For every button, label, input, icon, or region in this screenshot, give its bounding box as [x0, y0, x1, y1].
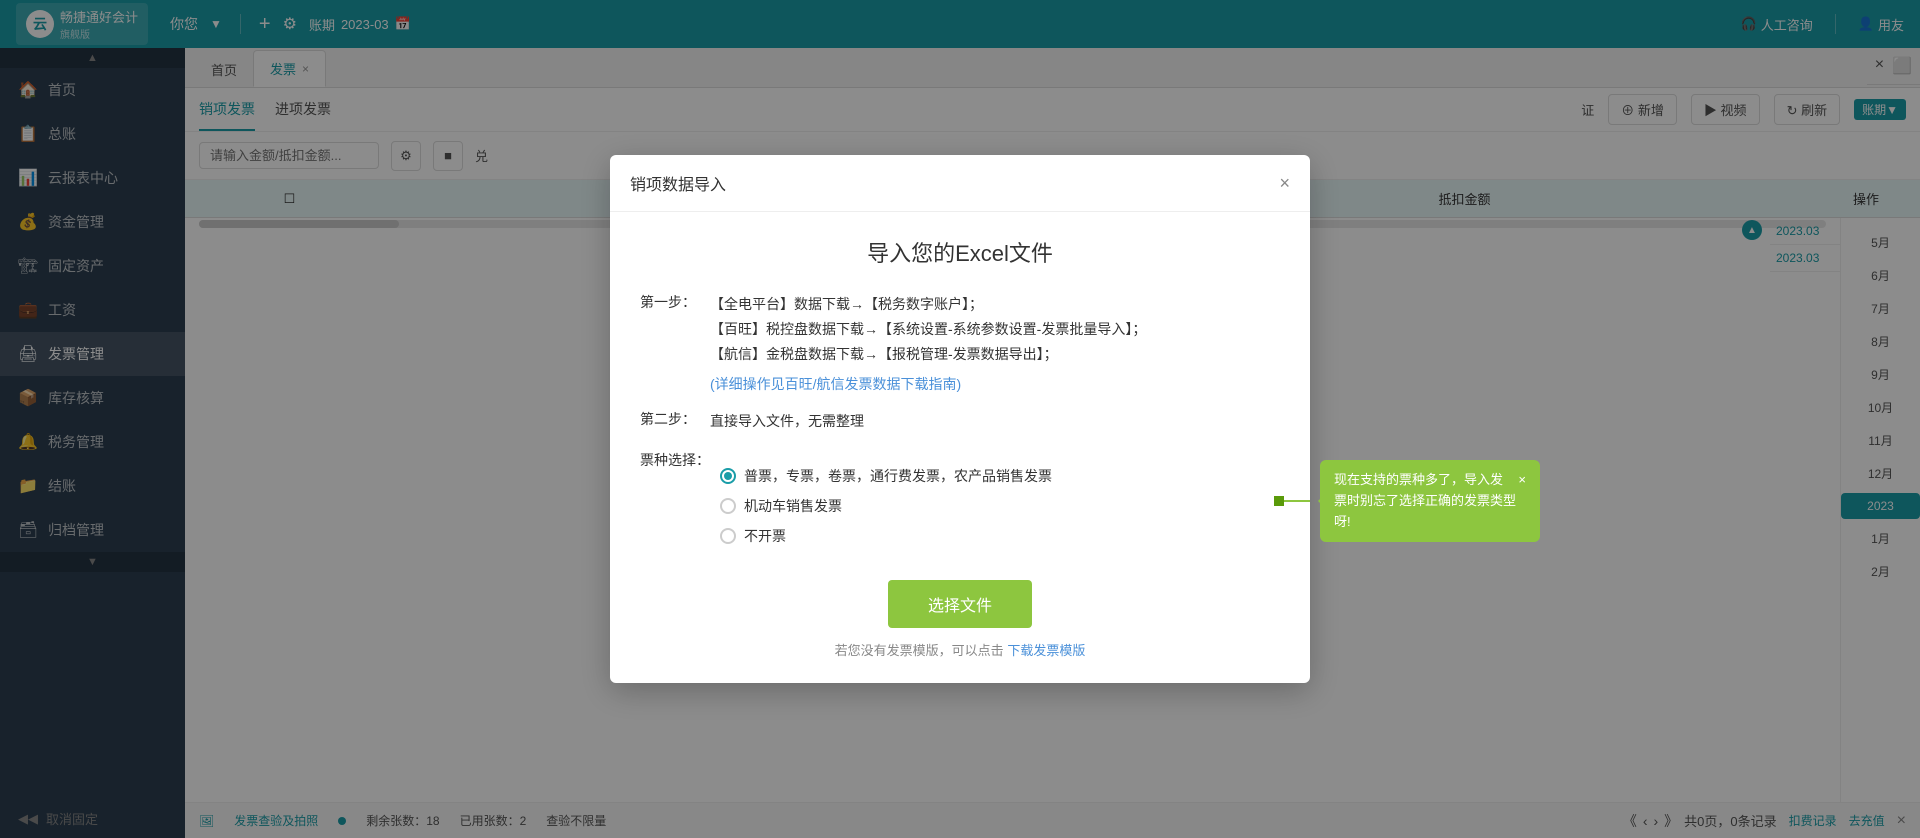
modal-title: 销项数据导入: [630, 171, 726, 195]
step1-line3: 【航信】金税盘数据下载→【报税管理-发票数据导出】；: [710, 342, 1146, 367]
radio-motor[interactable]: 机动车销售发票: [720, 496, 1052, 516]
radio-group: 普票，专票，卷票，通行费发票，农产品销售发票 机动车销售发票 不开票: [720, 466, 1052, 556]
select-file-button[interactable]: 选择文件: [888, 580, 1032, 628]
modal-body: 导入您的Excel文件 第一步： 【全电平台】数据下载→【税务数字账户】； 【百…: [610, 212, 1310, 683]
tooltip-dot: [1274, 496, 1284, 506]
radio-normal-label: 普票，专票，卷票，通行费发票，农产品销售发票: [744, 466, 1052, 486]
step2: 第二步： 直接导入文件，无需整理: [640, 409, 1280, 434]
step2-content: 直接导入文件，无需整理: [710, 409, 864, 434]
radio-motor-circle[interactable]: [720, 498, 736, 514]
modal-footer: 若您没有发票模版，可以点击 下载发票模版: [640, 640, 1280, 659]
radio-none-circle[interactable]: [720, 528, 736, 544]
ticket-label: 票种选择：: [640, 450, 710, 470]
file-select-section: 选择文件: [640, 580, 1280, 628]
radio-none[interactable]: 不开票: [720, 526, 1052, 546]
tooltip-bubble: × 现在支持的票种多了，导入发票时别忘了选择正确的发票类型呀!: [1320, 460, 1540, 542]
tooltip-text: 现在支持的票种多了，导入发票时别忘了选择正确的发票类型呀!: [1334, 472, 1516, 529]
step1-link[interactable]: (详细操作见百旺/航信发票数据下载指南): [710, 372, 1146, 397]
radio-motor-label: 机动车销售发票: [744, 496, 842, 516]
tooltip-line: [1280, 500, 1310, 502]
step1-line1: 【全电平台】数据下载→【税务数字账户】；: [710, 292, 1146, 317]
modal: 销项数据导入 × 导入您的Excel文件 第一步： 【全电平台】数据下载→【税务…: [610, 155, 1310, 683]
ticket-selection: 票种选择： 普票，专票，卷票，通行费发票，农产品销售发票 机动车销售发票 不开票: [640, 450, 1280, 556]
download-template-link[interactable]: 下载发票模版: [1007, 643, 1085, 658]
tooltip-close[interactable]: ×: [1518, 470, 1526, 491]
step1: 第一步： 【全电平台】数据下载→【税务数字账户】； 【百旺】税控盘数据下载→【系…: [640, 292, 1280, 397]
modal-header: 销项数据导入 ×: [610, 155, 1310, 212]
modal-main-title: 导入您的Excel文件: [640, 236, 1280, 268]
step2-label: 第二步：: [640, 409, 700, 429]
step1-label: 第一步：: [640, 292, 700, 312]
step1-line2: 【百旺】税控盘数据下载→【系统设置-系统参数设置-发票批量导入】；: [710, 317, 1146, 342]
modal-overlay[interactable]: 销项数据导入 × 导入您的Excel文件 第一步： 【全电平台】数据下载→【税务…: [0, 0, 1920, 838]
radio-none-label: 不开票: [744, 526, 786, 546]
radio-normal[interactable]: 普票，专票，卷票，通行费发票，农产品销售发票: [720, 466, 1052, 486]
modal-close-button[interactable]: ×: [1279, 173, 1290, 194]
radio-normal-circle[interactable]: [720, 468, 736, 484]
step1-content: 【全电平台】数据下载→【税务数字账户】； 【百旺】税控盘数据下载→【系统设置-系…: [710, 292, 1146, 397]
